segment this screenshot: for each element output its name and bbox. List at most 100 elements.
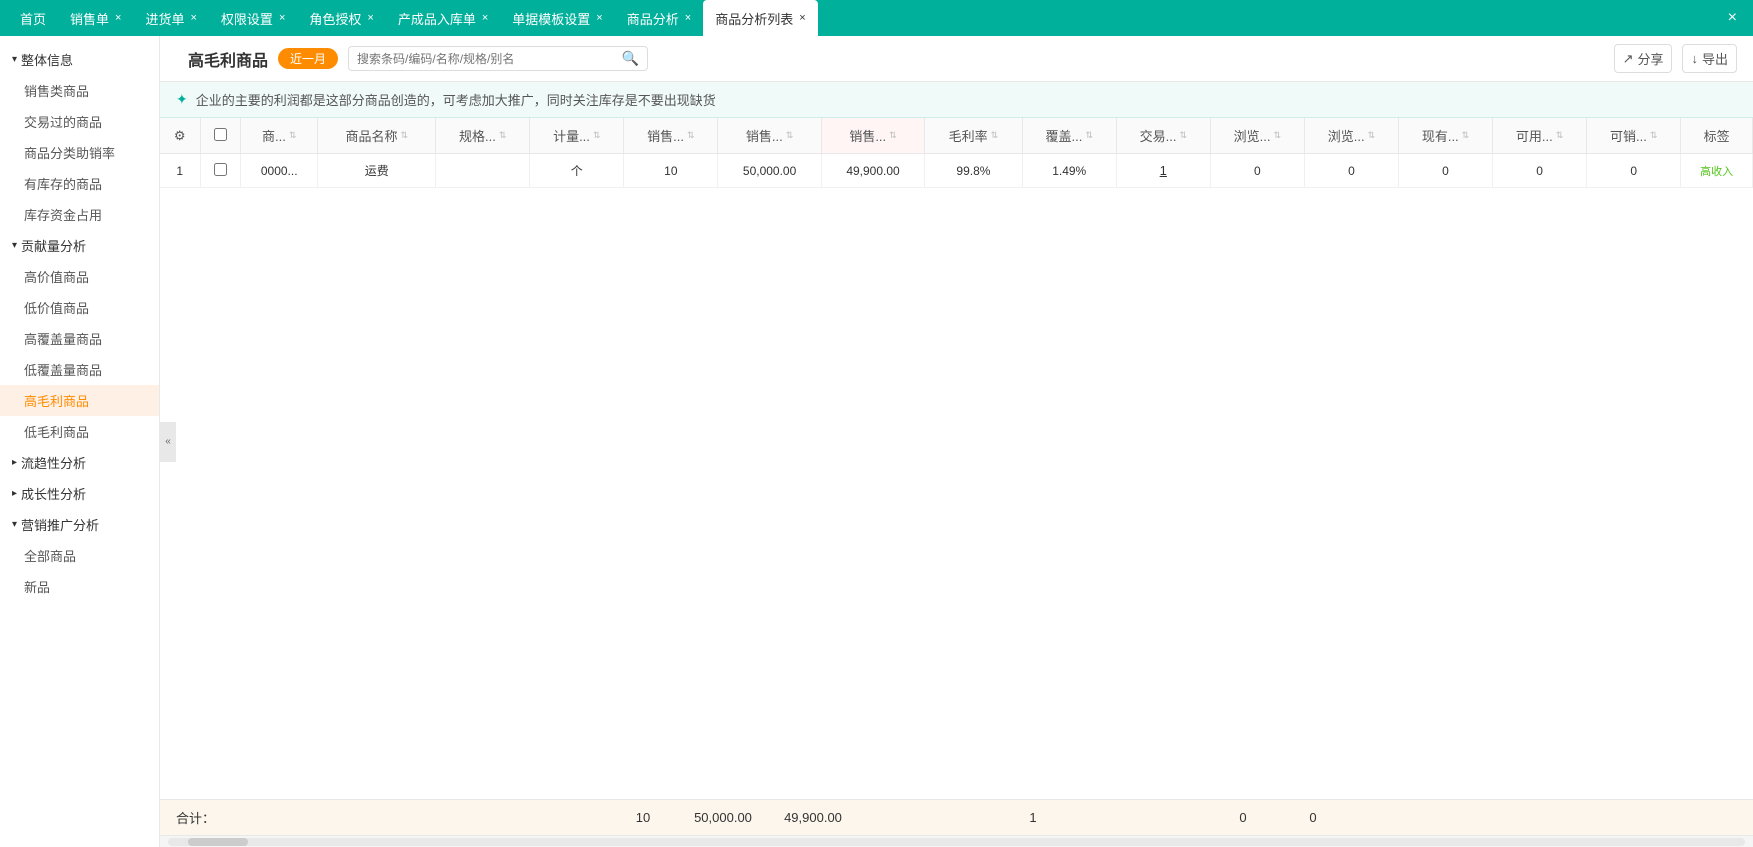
sort-icon-name: ⇅ bbox=[401, 130, 409, 141]
search-input[interactable] bbox=[357, 52, 616, 66]
col-name[interactable]: 商品名称 ⇅ bbox=[318, 118, 436, 154]
content-header: 高毛利商品 近一月 🔍 ↗ 分享 ↓ 导出 bbox=[160, 36, 1753, 82]
cell-sales-profit: 49,900.00 bbox=[821, 154, 924, 188]
sort-icon-margin: ⇅ bbox=[991, 130, 999, 141]
nav-tab-production[interactable]: 产成品入库单 × bbox=[386, 0, 500, 36]
sidebar-group-overall[interactable]: ▾ 整体信息 bbox=[0, 44, 159, 75]
nav-tab-permission[interactable]: 权限设置 × bbox=[209, 0, 297, 36]
col-unit[interactable]: 计量... ⇅ bbox=[530, 118, 624, 154]
window-close-button[interactable]: × bbox=[1720, 9, 1745, 27]
col-sales-count[interactable]: 销售... ⇅ bbox=[624, 118, 718, 154]
cell-coverage: 1.49% bbox=[1022, 154, 1116, 188]
sidebar-item-category-rate[interactable]: 商品分类助销率 bbox=[0, 137, 159, 168]
cell-checkbox[interactable] bbox=[200, 154, 241, 188]
transaction-link[interactable]: 1 bbox=[1160, 163, 1167, 178]
filter-recent-month-button[interactable]: 近一月 bbox=[278, 48, 338, 69]
main-area: ▾ 整体信息 销售类商品 交易过的商品 商品分类助销率 有库存的商品 库存资金占… bbox=[0, 36, 1753, 847]
sidebar-item-high-value[interactable]: 高价值商品 bbox=[0, 261, 159, 292]
nav-tab-analysis[interactable]: 商品分析 × bbox=[615, 0, 703, 36]
col-view1[interactable]: 浏览... ⇅ bbox=[1210, 118, 1304, 154]
nav-tab-home[interactable]: 首页 bbox=[8, 0, 58, 36]
footer-bar: 合计： 10 50,000.00 49,900.00 1 0 0 bbox=[160, 799, 1753, 835]
nav-tab-role[interactable]: 角色授权 × bbox=[297, 0, 385, 36]
close-tab-role[interactable]: × bbox=[367, 12, 373, 24]
footer-sales-amount: 50,000.00 bbox=[678, 810, 768, 825]
cell-unit: 个 bbox=[530, 154, 624, 188]
sort-icon-sales-amount: ⇅ bbox=[786, 130, 794, 141]
col-code[interactable]: 商... ⇅ bbox=[241, 118, 318, 154]
arrow-right-icon-2: ▸ bbox=[12, 488, 17, 499]
col-available[interactable]: 可用... ⇅ bbox=[1493, 118, 1587, 154]
bottom-scrollbar[interactable] bbox=[160, 835, 1753, 847]
col-sellable[interactable]: 可销... ⇅ bbox=[1587, 118, 1681, 154]
cell-transaction: 1 bbox=[1116, 154, 1210, 188]
footer-sales-profit: 49,900.00 bbox=[768, 810, 858, 825]
arrow-down-icon-3: ▾ bbox=[12, 519, 17, 530]
cell-sales-count: 10 bbox=[624, 154, 718, 188]
cell-sellable: 0 bbox=[1587, 154, 1681, 188]
top-navbar: 首页 销售单 × 进货单 × 权限设置 × 角色授权 × 产成品入库单 × 单据… bbox=[0, 0, 1753, 36]
row-checkbox[interactable] bbox=[214, 163, 227, 176]
col-current[interactable]: 现有... ⇅ bbox=[1398, 118, 1492, 154]
sidebar-item-low-value[interactable]: 低价值商品 bbox=[0, 292, 159, 323]
cell-available: 0 bbox=[1493, 154, 1587, 188]
close-tab-production[interactable]: × bbox=[482, 12, 488, 24]
sidebar-group-growth[interactable]: ▸ 成长性分析 bbox=[0, 478, 159, 509]
sidebar-collapse-button[interactable]: « bbox=[160, 422, 176, 462]
nav-tab-purchase[interactable]: 进货单 × bbox=[133, 0, 208, 36]
nav-tab-sales[interactable]: 销售单 × bbox=[58, 0, 133, 36]
select-all-checkbox[interactable] bbox=[214, 128, 227, 141]
sidebar-item-all-goods[interactable]: 全部商品 bbox=[0, 540, 159, 571]
col-settings[interactable]: ⚙ bbox=[160, 118, 200, 154]
share-button[interactable]: ↗ 分享 bbox=[1614, 44, 1673, 73]
share-icon: ↗ bbox=[1623, 51, 1634, 67]
cell-tag: 高收入 bbox=[1681, 154, 1753, 188]
sort-icon-view1: ⇅ bbox=[1274, 130, 1282, 141]
sidebar: ▾ 整体信息 销售类商品 交易过的商品 商品分类助销率 有库存的商品 库存资金占… bbox=[0, 36, 160, 847]
close-tab-purchase[interactable]: × bbox=[190, 12, 196, 24]
search-box: 🔍 bbox=[348, 46, 648, 71]
tag-label: 高收入 bbox=[1700, 166, 1733, 178]
close-tab-analysis[interactable]: × bbox=[685, 12, 691, 24]
cell-view2: 0 bbox=[1304, 154, 1398, 188]
arrow-down-icon-2: ▾ bbox=[12, 240, 17, 251]
col-transaction[interactable]: 交易... ⇅ bbox=[1116, 118, 1210, 154]
nav-tab-analysis-list[interactable]: 商品分析列表 × bbox=[703, 0, 817, 36]
close-tab-permission[interactable]: × bbox=[279, 12, 285, 24]
scroll-thumb[interactable] bbox=[188, 838, 248, 846]
sidebar-group-trend[interactable]: ▸ 流趋性分析 bbox=[0, 447, 159, 478]
sidebar-item-sales-goods[interactable]: 销售类商品 bbox=[0, 75, 159, 106]
sort-icon-available: ⇅ bbox=[1556, 130, 1564, 141]
col-view2[interactable]: 浏览... ⇅ bbox=[1304, 118, 1398, 154]
sort-icon-coverage: ⇅ bbox=[1085, 130, 1093, 141]
sidebar-item-stock-goods[interactable]: 有库存的商品 bbox=[0, 168, 159, 199]
col-margin[interactable]: 毛利率 ⇅ bbox=[925, 118, 1022, 154]
nav-tab-template[interactable]: 单据模板设置 × bbox=[500, 0, 614, 36]
sidebar-group-marketing[interactable]: ▾ 营销推广分析 bbox=[0, 509, 159, 540]
sort-icon-sales-profit: ⇅ bbox=[889, 130, 897, 141]
sidebar-item-low-coverage[interactable]: 低覆盖量商品 bbox=[0, 354, 159, 385]
content-panel: « 高毛利商品 近一月 🔍 ↗ 分享 ↓ 导出 ✦ 企业的主要的利润都是这部分商… bbox=[160, 36, 1753, 847]
col-sales-amount[interactable]: 销售... ⇅ bbox=[718, 118, 821, 154]
close-tab-sales[interactable]: × bbox=[115, 12, 121, 24]
col-coverage[interactable]: 覆盖... ⇅ bbox=[1022, 118, 1116, 154]
col-tag[interactable]: 标签 bbox=[1681, 118, 1753, 154]
export-button[interactable]: ↓ 导出 bbox=[1682, 44, 1737, 73]
cell-view1: 0 bbox=[1210, 154, 1304, 188]
col-sales-profit[interactable]: 销售... ⇅ bbox=[821, 118, 924, 154]
sidebar-item-low-margin[interactable]: 低毛利商品 bbox=[0, 416, 159, 447]
sort-icon-sellable: ⇅ bbox=[1650, 130, 1658, 141]
sidebar-item-stock-capital[interactable]: 库存资金占用 bbox=[0, 199, 159, 230]
close-tab-analysis-list[interactable]: × bbox=[799, 12, 805, 24]
sidebar-item-new-goods[interactable]: 新品 bbox=[0, 571, 159, 602]
col-checkbox[interactable] bbox=[200, 118, 241, 154]
footer-label: 合计： bbox=[176, 808, 236, 827]
close-tab-template[interactable]: × bbox=[596, 12, 602, 24]
sidebar-item-high-coverage[interactable]: 高覆盖量商品 bbox=[0, 323, 159, 354]
search-icon[interactable]: 🔍 bbox=[622, 50, 639, 67]
col-spec[interactable]: 规格... ⇅ bbox=[436, 118, 530, 154]
info-banner: ✦ 企业的主要的利润都是这部分商品创造的，可考虑加大推广，同时关注库存是不要出现… bbox=[160, 82, 1753, 118]
sidebar-item-traded-goods[interactable]: 交易过的商品 bbox=[0, 106, 159, 137]
sidebar-item-high-margin[interactable]: 高毛利商品 bbox=[0, 385, 159, 416]
sidebar-group-contribution[interactable]: ▾ 贡献量分析 bbox=[0, 230, 159, 261]
